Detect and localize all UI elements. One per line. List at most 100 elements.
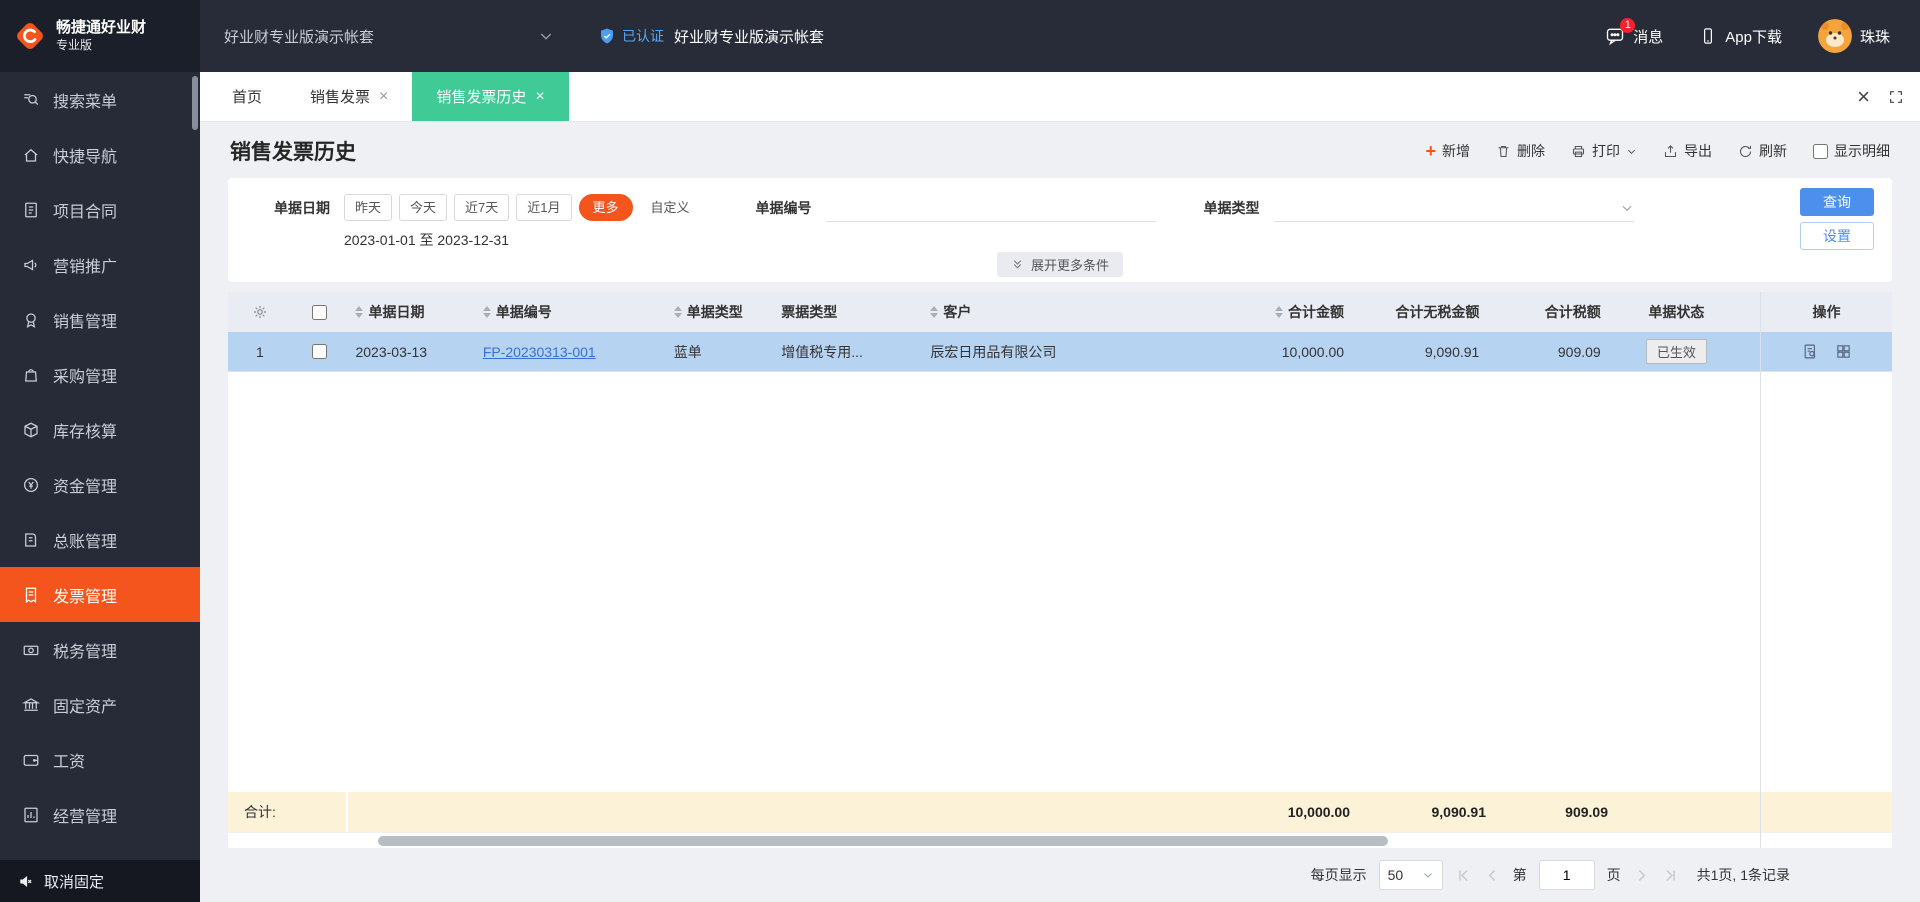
account-switcher-dropdown[interactable]: 好业财专业版演示帐套 (224, 26, 554, 47)
settings-button[interactable]: 设置 (1800, 222, 1874, 250)
tab-sales-invoice-history[interactable]: 销售发票历史 × (412, 72, 569, 121)
header-invoice-type[interactable]: 票据类型 (773, 302, 922, 322)
message-bubble-icon: 1 (1605, 18, 1636, 46)
sort-icon (482, 306, 491, 318)
verified-badge[interactable]: 已认证 (598, 26, 664, 46)
column-settings-button[interactable] (228, 304, 292, 320)
row-index: 1 (255, 343, 264, 360)
verified-label: 已认证 (622, 28, 664, 44)
search-button[interactable]: 查询 (1800, 188, 1874, 216)
user-menu[interactable]: 珠珠 (1817, 19, 1890, 53)
sidebar-item-marketing[interactable]: 营销推广 (0, 237, 200, 292)
export-icon (1663, 144, 1678, 159)
date-last-month-button[interactable]: 近1月 (516, 194, 572, 221)
grid-apps-icon[interactable] (1835, 343, 1852, 360)
date-yesterday-button[interactable]: 昨天 (344, 194, 393, 221)
last-page-button[interactable] (1662, 867, 1679, 884)
filter-action-buttons: 查询 设置 (1800, 188, 1874, 250)
scrollbar-thumb[interactable] (378, 836, 1388, 846)
header-customer[interactable]: 客户 (922, 302, 1220, 322)
header-total-excl-tax[interactable]: 合计无税金额 (1352, 302, 1487, 322)
page-number-input[interactable] (1538, 860, 1595, 890)
yuan-coin-icon (22, 476, 40, 494)
sidebar-item-sales[interactable]: 销售管理 (0, 292, 200, 347)
fullscreen-icon[interactable] (1888, 89, 1904, 105)
sidebar-item-operations[interactable]: 经营管理 (0, 787, 200, 842)
app-logo: 畅捷通好业财 专业版 (0, 0, 200, 72)
chart-doc-icon (22, 806, 40, 824)
expand-more-conditions[interactable]: 展开更多条件 (996, 252, 1124, 277)
date-last7days-button[interactable]: 近7天 (454, 194, 510, 221)
cell-total: 10,000.00 (1281, 343, 1345, 360)
plus-icon: + (1425, 141, 1436, 161)
sidebar-item-purchase[interactable]: 采购管理 (0, 347, 200, 402)
date-more-button[interactable]: 更多 (578, 194, 633, 221)
header-doc-type[interactable]: 单据类型 (666, 302, 773, 322)
logo-line1: 畅捷通好业财 (56, 19, 147, 37)
header-date[interactable]: 单据日期 (347, 302, 474, 322)
show-detail-checkbox[interactable] (1813, 143, 1828, 159)
date-filter-group: 单据日期 昨天 今天 近7天 近1月 更多 自定义 2023-01-01 至 2… (274, 194, 708, 250)
print-button[interactable]: 打印 (1571, 141, 1637, 161)
delete-button[interactable]: 删除 (1496, 141, 1545, 161)
close-icon[interactable]: × (379, 88, 388, 106)
doc-type-filter-group: 单据类型 (1204, 194, 1634, 250)
per-page-select[interactable]: 50 (1378, 860, 1443, 890)
speaker-mute-icon (18, 873, 35, 890)
app-download-button[interactable]: App下载 (1699, 26, 1782, 47)
sidebar-item-project-contract[interactable]: 项目合同 (0, 182, 200, 237)
header-total[interactable]: 合计金额 (1221, 302, 1352, 322)
footer-tax: 909.09 (1565, 804, 1608, 820)
select-all-checkbox[interactable] (312, 304, 328, 320)
row-checkbox[interactable] (312, 344, 328, 359)
doc-type-select[interactable] (1273, 194, 1634, 222)
preview-document-icon[interactable] (1802, 343, 1819, 360)
date-today-button[interactable]: 今天 (399, 194, 448, 221)
sidebar-item-inventory[interactable]: 库存核算 (0, 402, 200, 457)
export-button[interactable]: 导出 (1663, 141, 1712, 161)
sidebar-item-quick-nav[interactable]: 快捷导航 (0, 127, 200, 182)
phone-icon (1699, 27, 1717, 45)
doc-no-input[interactable] (825, 194, 1156, 222)
header-tax[interactable]: 合计税额 (1487, 302, 1608, 322)
avatar (1817, 19, 1852, 53)
date-custom-button[interactable]: 自定义 (640, 194, 701, 221)
sidebar: 搜索菜单 快捷导航 项目合同 营销推广 销售管理 采购管理 库存核算 资金管理 … (0, 72, 200, 902)
sidebar-item-fixed-assets[interactable]: 固定资产 (0, 677, 200, 732)
refresh-button[interactable]: 刷新 (1738, 141, 1787, 161)
close-icon[interactable]: × (535, 88, 544, 106)
receipt-icon (22, 586, 40, 604)
next-page-button[interactable] (1633, 867, 1650, 884)
date-range-value[interactable]: 2023-01-01 至 2023-12-31 (344, 230, 708, 250)
account-switcher-label: 好业财专业版演示帐套 (224, 28, 375, 46)
sidebar-item-search-menu[interactable]: 搜索菜单 (0, 72, 200, 127)
printer-icon (1571, 144, 1586, 159)
sidebar-item-funds[interactable]: 资金管理 (0, 457, 200, 512)
messages-button[interactable]: 1 消息 (1605, 18, 1664, 47)
cell-invoice-type: 增值税专用... (781, 343, 863, 360)
sidebar-item-invoice-management[interactable]: 发票管理 (0, 567, 200, 622)
sidebar-item-tax[interactable]: 税务管理 (0, 622, 200, 677)
logo-line2: 专业版 (56, 37, 93, 52)
header-status[interactable]: 单据状态 (1609, 302, 1744, 322)
sidebar-scrollbar[interactable] (192, 76, 198, 130)
table-row[interactable]: 1 2023-03-13 FP-20230313-001 蓝单 增值税专用...… (228, 332, 1760, 372)
sidebar-item-general-ledger[interactable]: 总账管理 (0, 512, 200, 567)
prev-page-button[interactable] (1484, 867, 1501, 884)
tab-sales-invoice[interactable]: 销售发票 × (286, 72, 412, 121)
header-doc-no[interactable]: 单据编号 (475, 302, 666, 322)
close-panel-icon[interactable]: × (1857, 85, 1870, 108)
doc-no-link[interactable]: FP-20230313-001 (483, 344, 596, 360)
topbar: 畅捷通好业财 专业版 好业财专业版演示帐套 已认证 好业财专业版演示帐套 1 消… (0, 0, 1920, 72)
tab-home[interactable]: 首页 (208, 72, 286, 121)
show-detail-toggle[interactable]: 显示明细 (1813, 141, 1890, 161)
tab-bar: 首页 销售发票 × 销售发票历史 × × (200, 72, 1920, 122)
messages-label: 消息 (1633, 28, 1664, 46)
sidebar-item-payroll[interactable]: 工资 (0, 732, 200, 787)
app-download-label: App下载 (1725, 28, 1782, 46)
unpin-sidebar-button[interactable]: 取消固定 (0, 860, 200, 902)
shield-check-icon (598, 27, 616, 45)
add-button[interactable]: + 新增 (1425, 141, 1470, 161)
ledger-book-icon (22, 531, 40, 549)
first-page-button[interactable] (1455, 867, 1472, 884)
